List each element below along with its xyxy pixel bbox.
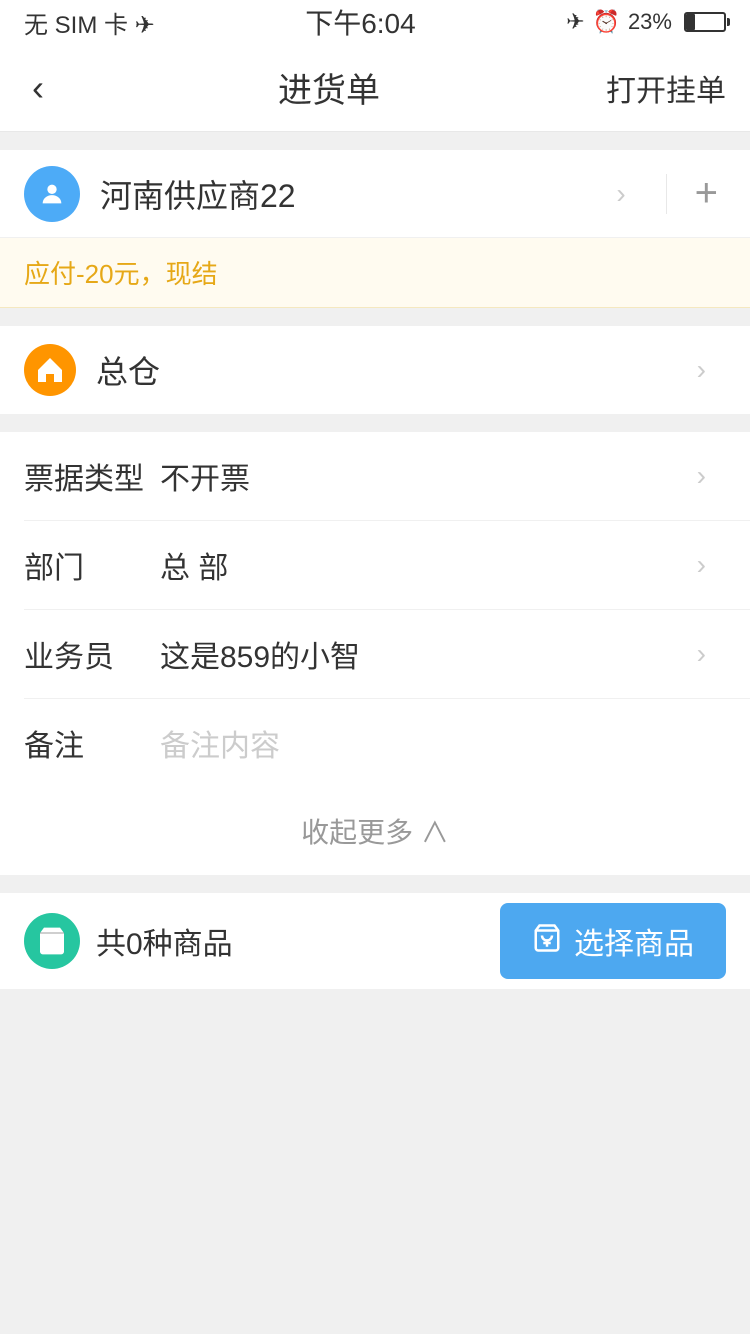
- status-time: 下午6:04: [305, 2, 416, 42]
- product-bag-icon: [24, 913, 80, 969]
- person-icon: [38, 180, 66, 208]
- warehouse-icon: [24, 344, 76, 396]
- vertical-divider: [666, 174, 667, 214]
- status-right: ✈ ⏰ 23%: [566, 9, 726, 35]
- status-network: 无 SIM 卡 ✈: [24, 5, 155, 40]
- supplier-section: 河南供应商22 › + 应付-20元，现结: [0, 150, 750, 308]
- cart-icon: [532, 923, 562, 960]
- section-gap-2: [0, 308, 750, 326]
- chevron-right-department-icon: ›: [697, 549, 706, 581]
- select-product-label: 选择商品: [574, 919, 694, 963]
- location-icon: ✈: [566, 9, 584, 35]
- invoice-type-value: 不开票: [160, 454, 697, 498]
- chevron-right-salesman-icon: ›: [697, 638, 706, 670]
- collapse-bar[interactable]: 收起更多 ∧: [0, 787, 750, 875]
- remark-label: 备注: [24, 721, 144, 765]
- invoice-type-row[interactable]: 票据类型 不开票 ›: [0, 432, 750, 520]
- salesman-value: 这是859的小智: [160, 632, 697, 676]
- warehouse-name: 总仓: [96, 347, 697, 393]
- warehouse-section: 总仓 ›: [0, 326, 750, 414]
- battery-percent: 23%: [628, 9, 672, 35]
- chevron-right-icon: ›: [616, 178, 625, 210]
- supplier-name: 河南供应商22: [100, 171, 616, 217]
- page-rest: [0, 989, 750, 1269]
- form-section: 票据类型 不开票 › 部门 总 部 › 业务员 这是859的小智 › 备注 备注…: [0, 432, 750, 787]
- cart-svg-icon: [532, 923, 562, 953]
- department-row[interactable]: 部门 总 部 ›: [0, 521, 750, 609]
- notice-banner: 应付-20元，现结: [0, 238, 750, 308]
- chevron-right-warehouse-icon: ›: [697, 354, 706, 386]
- chevron-right-invoice-icon: ›: [697, 460, 706, 492]
- bottom-divider: [0, 875, 750, 893]
- collapse-text: 收起更多 ∧: [301, 811, 449, 851]
- invoice-type-label: 票据类型: [24, 454, 144, 498]
- salesman-row[interactable]: 业务员 这是859的小智 ›: [0, 610, 750, 698]
- status-bar: 无 SIM 卡 ✈ 下午6:04 ✈ ⏰ 23%: [0, 0, 750, 44]
- department-value: 总 部: [160, 543, 697, 587]
- select-product-button[interactable]: 选择商品: [500, 903, 726, 979]
- nav-bar: ‹ 进货单 打开挂单: [0, 44, 750, 132]
- bottom-bar: 共0种商品 选择商品: [0, 893, 750, 989]
- section-gap-3: [0, 414, 750, 432]
- product-count: 共0种商品: [96, 919, 500, 963]
- add-supplier-button[interactable]: +: [687, 167, 726, 220]
- home-icon: [34, 354, 66, 386]
- open-pending-button[interactable]: 打开挂单: [606, 66, 726, 110]
- alarm-icon: ⏰: [593, 9, 620, 35]
- warehouse-row[interactable]: 总仓 ›: [0, 326, 750, 414]
- supplier-row[interactable]: 河南供应商22 › +: [0, 150, 750, 238]
- supplier-avatar: [24, 166, 80, 222]
- battery-icon: [684, 12, 726, 32]
- section-gap-1: [0, 132, 750, 150]
- bag-icon: [36, 925, 68, 957]
- page-title: 进货单: [278, 63, 380, 112]
- remark-row[interactable]: 备注 备注内容: [0, 699, 750, 787]
- back-button[interactable]: ‹: [24, 59, 52, 117]
- remark-input[interactable]: 备注内容: [160, 721, 726, 765]
- salesman-label: 业务员: [24, 632, 144, 676]
- department-label: 部门: [24, 543, 144, 587]
